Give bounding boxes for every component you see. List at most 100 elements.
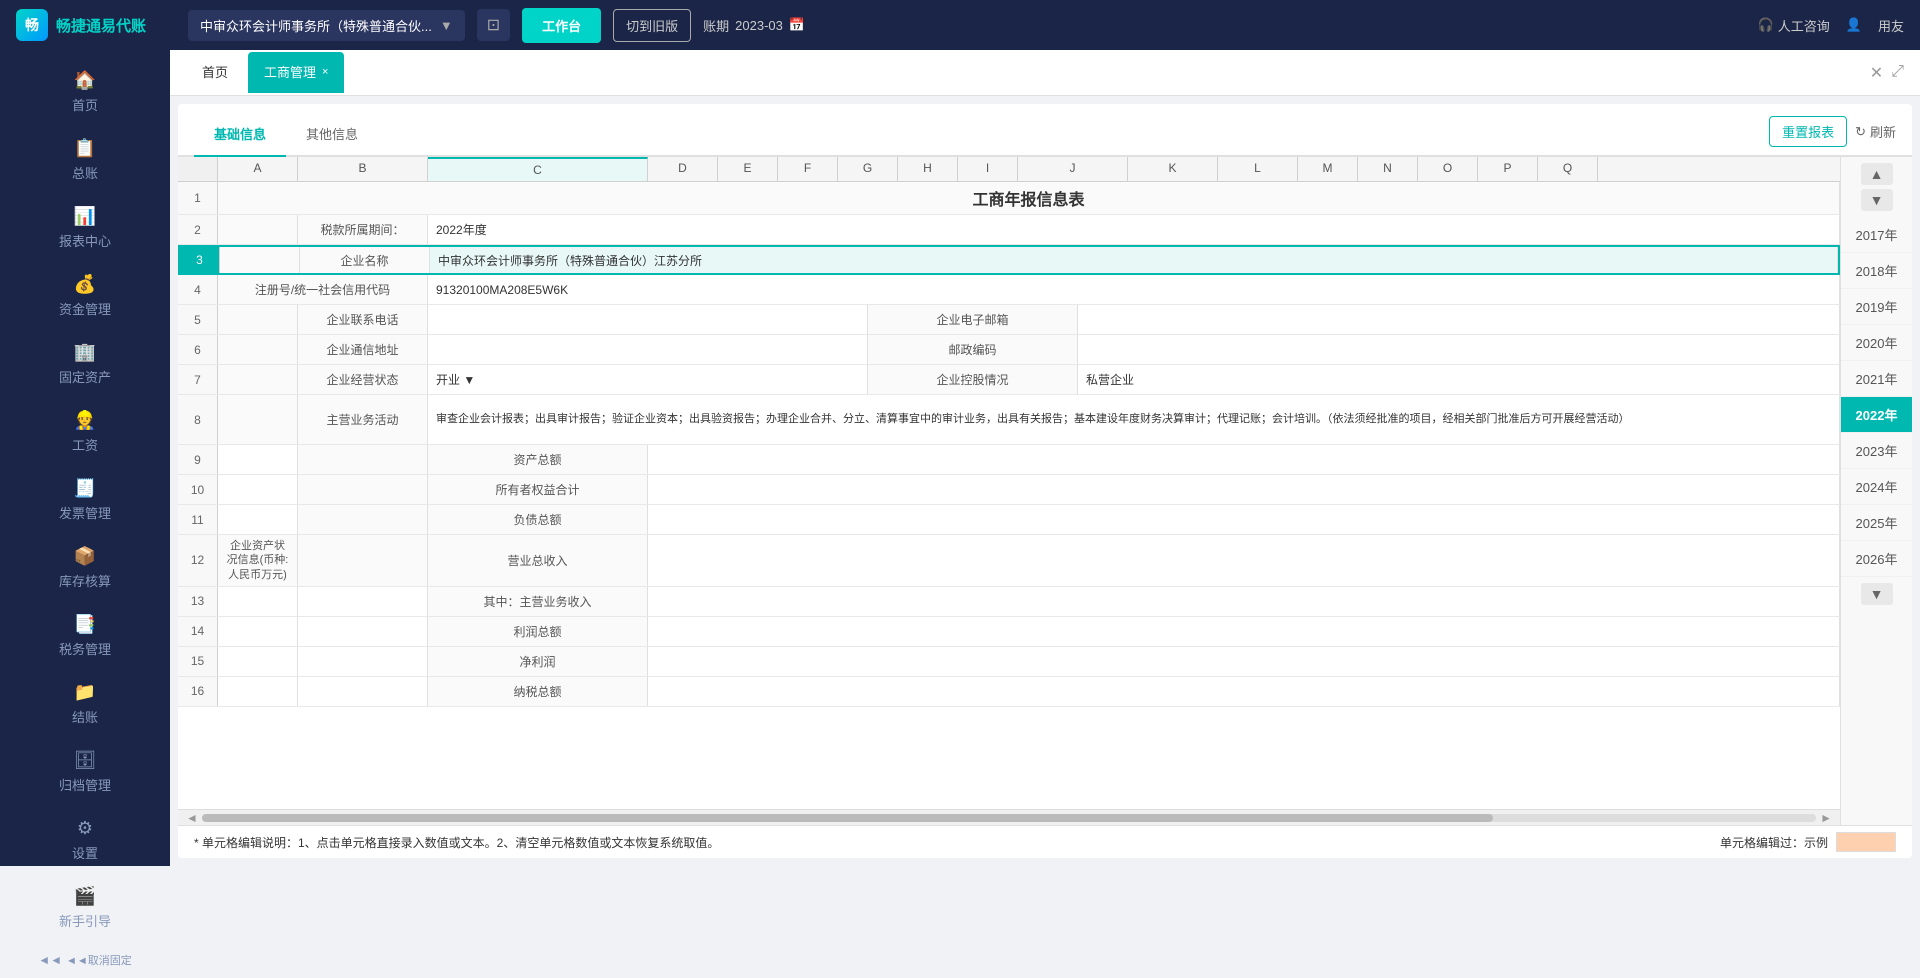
year-item-2022[interactable]: 2022年 xyxy=(1841,397,1912,433)
year-item-2017[interactable]: 2017年 xyxy=(1841,217,1912,253)
calendar-icon[interactable]: 📅 xyxy=(789,17,805,33)
cell-4-value[interactable]: 91320100MA208E5W6K xyxy=(428,275,1840,304)
tab-other-info[interactable]: 其他信息 xyxy=(286,116,378,157)
hscroll-bar[interactable]: ◄ ► xyxy=(178,809,1840,825)
page-content: 基础信息 其他信息 重置报表 ↻ 刷新 xyxy=(178,104,1912,858)
sidebar-item-inventory[interactable]: 📦 库存核算 xyxy=(0,534,170,602)
cell-2-value[interactable]: 2022年度 xyxy=(428,215,1840,244)
cell-14-b xyxy=(298,617,428,646)
cell-9-value[interactable] xyxy=(648,445,1840,474)
year-scroll-up[interactable]: ▲ xyxy=(1861,163,1893,185)
cell-7-share[interactable]: 私营企业 xyxy=(1078,365,1840,394)
close-window-icon[interactable]: ✕ xyxy=(1870,63,1883,83)
tab-close-icon[interactable]: × xyxy=(322,66,328,78)
sidebar-item-closing[interactable]: 📁 结账 xyxy=(0,670,170,738)
refresh-button[interactable]: ↻ 刷新 xyxy=(1855,122,1896,141)
row-num-11: 11 xyxy=(178,505,218,534)
tab-basic-info[interactable]: 基础信息 xyxy=(194,116,286,157)
newuser-icon: 🎬 xyxy=(74,886,96,907)
year-item-2019[interactable]: 2019年 xyxy=(1841,289,1912,325)
row-num-8: 8 xyxy=(178,395,218,444)
table-row: 9 资产总额 xyxy=(178,445,1840,475)
cell-2-a xyxy=(218,215,298,244)
table-row: 15 净利润 xyxy=(178,647,1840,677)
sidebar-item-assets[interactable]: 🏢 固定资产 xyxy=(0,330,170,398)
sidebar: 🏠 首页 📋 总账 📊 报表中心 💰 资金管理 🏢 固定资产 👷 工资 🧾 发票… xyxy=(0,50,170,866)
col-header-e: E xyxy=(718,157,778,181)
finance-icon: 💰 xyxy=(74,274,96,295)
cell-15-value[interactable] xyxy=(648,647,1840,676)
sidebar-item-newuser[interactable]: 🎬 新手引导 xyxy=(0,874,170,942)
tab-business[interactable]: 工商管理 × xyxy=(248,52,344,93)
cell-14-value[interactable] xyxy=(648,617,1840,646)
cell-13-label: 其中：主营业务收入 xyxy=(428,587,648,616)
sidebar-label-finance: 资金管理 xyxy=(59,299,111,318)
cell-16-value[interactable] xyxy=(648,677,1840,706)
scroll-left-icon[interactable]: ◄ xyxy=(182,811,202,825)
cell-15-a xyxy=(218,647,298,676)
pin-button[interactable]: ◄◄ ◄◄取消固定 xyxy=(0,942,170,978)
sidebar-item-archive[interactable]: 🗄 归档管理 xyxy=(0,738,170,806)
year-item-2020[interactable]: 2020年 xyxy=(1841,325,1912,361)
year-item-2025[interactable]: 2025年 xyxy=(1841,505,1912,541)
sidebar-item-settings[interactable]: ⚙ 设置 xyxy=(0,806,170,874)
company-selector[interactable]: 中审众环会计师事务所（特殊普通合伙... ▼ xyxy=(188,10,465,41)
copy-button[interactable]: ⊡ xyxy=(477,9,510,41)
cell-4-label: 注册号/统一社会信用代码 xyxy=(218,275,428,304)
sidebar-item-tax[interactable]: 📑 税务管理 xyxy=(0,602,170,670)
refresh-icon: ↻ xyxy=(1855,124,1866,140)
cell-6-postal[interactable] xyxy=(1078,335,1840,364)
year-item-2026[interactable]: 2026年 xyxy=(1841,541,1912,577)
cell-5-email[interactable] xyxy=(1078,305,1840,334)
cell-7-status[interactable]: 开业 ▼ xyxy=(428,365,868,394)
cell-10-b xyxy=(298,475,428,504)
cell-6-address[interactable] xyxy=(428,335,868,364)
cell-8-value[interactable]: 审查企业会计报表；出具审计报告；验证企业资本；出具验资报告；办理企业合并、分立、… xyxy=(428,395,1840,444)
reports-icon: 📊 xyxy=(74,206,96,227)
cell-9-a xyxy=(218,445,298,474)
table-row: 4 注册号/统一社会信用代码 91320100MA208E5W6K xyxy=(178,275,1840,305)
year-item-2018[interactable]: 2018年 xyxy=(1841,253,1912,289)
cell-16-b xyxy=(298,677,428,706)
cell-3-a xyxy=(220,247,300,273)
sidebar-item-salary[interactable]: 👷 工资 xyxy=(0,398,170,466)
reset-button[interactable]: 重置报表 xyxy=(1769,116,1847,147)
hscroll-thumb[interactable] xyxy=(202,814,1493,822)
hint-text: * 单元格编辑说明：1、点击单元格直接录入数值或文本。2、清空单元格数值或文本恢… xyxy=(194,836,719,850)
tab-home[interactable]: 首页 xyxy=(186,52,244,93)
scroll-right-icon[interactable]: ► xyxy=(1816,811,1836,825)
hscroll-track[interactable] xyxy=(202,814,1816,822)
ledger-icon: 📋 xyxy=(74,138,96,159)
headset-icon: 🎧 xyxy=(1758,17,1774,33)
company-name: 中审众环会计师事务所（特殊普通合伙... xyxy=(200,16,432,35)
sidebar-label-ledger: 总账 xyxy=(72,163,98,182)
sidebar-item-reports[interactable]: 📊 报表中心 xyxy=(0,194,170,262)
cell-10-a xyxy=(218,475,298,504)
switch-version-button[interactable]: 切到旧版 xyxy=(613,9,691,42)
close-panel: ✕ ⤢ xyxy=(1870,63,1904,83)
cell-5-phone[interactable] xyxy=(428,305,868,334)
cell-7-label: 企业经营状态 xyxy=(298,365,428,394)
year-item-2023[interactable]: 2023年 xyxy=(1841,433,1912,469)
cell-12-value[interactable] xyxy=(648,535,1840,586)
service-button[interactable]: 🎧 人工咨询 xyxy=(1758,16,1830,35)
title-cell[interactable]: 工商年报信息表 xyxy=(218,182,1840,214)
year-scroll-down-bottom[interactable]: ▼ xyxy=(1861,583,1893,605)
sidebar-item-home[interactable]: 🏠 首页 xyxy=(0,58,170,126)
year-scroll-down-top[interactable]: ▼ xyxy=(1861,189,1893,211)
year-item-2021[interactable]: 2021年 xyxy=(1841,361,1912,397)
sidebar-item-ledger[interactable]: 📋 总账 xyxy=(0,126,170,194)
table-row: 16 纳税总额 xyxy=(178,677,1840,707)
cell-13-value[interactable] xyxy=(648,587,1840,616)
sidebar-item-finance[interactable]: 💰 资金管理 xyxy=(0,262,170,330)
cell-11-value[interactable] xyxy=(648,505,1840,534)
expand-icon[interactable]: ⤢ xyxy=(1891,63,1904,83)
row-num-7: 7 xyxy=(178,365,218,394)
cell-10-value[interactable] xyxy=(648,475,1840,504)
sidebar-item-invoice[interactable]: 🧾 发票管理 xyxy=(0,466,170,534)
year-item-2024[interactable]: 2024年 xyxy=(1841,469,1912,505)
col-header-o: O xyxy=(1418,157,1478,181)
workbench-button[interactable]: 工作台 xyxy=(522,8,601,43)
cell-3-value[interactable]: 中审众环会计师事务所（特殊普通合伙）江苏分所 xyxy=(430,247,1838,273)
sidebar-label-invoice: 发票管理 xyxy=(59,503,111,522)
